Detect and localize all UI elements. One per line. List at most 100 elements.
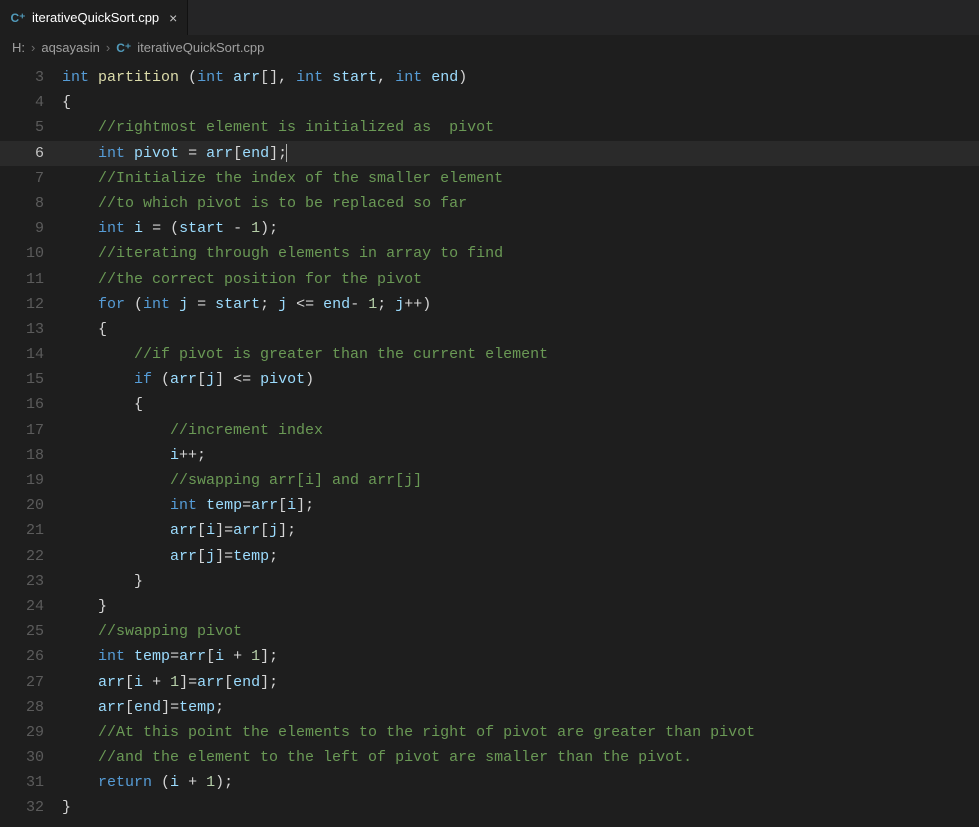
code-content[interactable]: int partition (int arr[], int start, int… bbox=[62, 65, 979, 90]
line-number: 4 bbox=[0, 90, 62, 115]
code-content[interactable]: //and the element to the left of pivot a… bbox=[62, 745, 979, 770]
line-number: 15 bbox=[0, 367, 62, 392]
code-content[interactable]: } bbox=[62, 569, 979, 594]
code-editor[interactable]: 3int partition (int arr[], int start, in… bbox=[0, 61, 979, 821]
code-line[interactable]: 12 for (int j = start; j <= end- 1; j++) bbox=[0, 292, 979, 317]
code-line[interactable]: 4{ bbox=[0, 90, 979, 115]
code-content[interactable]: //to which pivot is to be replaced so fa… bbox=[62, 191, 979, 216]
code-content[interactable]: //if pivot is greater than the current e… bbox=[62, 342, 979, 367]
code-line[interactable]: 19 //swapping arr[i] and arr[j] bbox=[0, 468, 979, 493]
line-number: 25 bbox=[0, 619, 62, 644]
code-content[interactable]: int temp=arr[i + 1]; bbox=[62, 644, 979, 669]
code-line[interactable]: 29 //At this point the elements to the r… bbox=[0, 720, 979, 745]
code-content[interactable]: //iterating through elements in array to… bbox=[62, 241, 979, 266]
text-cursor bbox=[286, 144, 287, 162]
line-number: 23 bbox=[0, 569, 62, 594]
line-number: 30 bbox=[0, 745, 62, 770]
tab-label: iterativeQuickSort.cpp bbox=[32, 10, 159, 25]
line-number: 22 bbox=[0, 544, 62, 569]
line-number: 27 bbox=[0, 670, 62, 695]
close-icon[interactable]: × bbox=[169, 10, 177, 26]
line-number: 18 bbox=[0, 443, 62, 468]
chevron-right-icon: › bbox=[106, 40, 110, 55]
line-number: 31 bbox=[0, 770, 62, 795]
line-number: 17 bbox=[0, 418, 62, 443]
code-content[interactable]: //At this point the elements to the righ… bbox=[62, 720, 979, 745]
line-number: 13 bbox=[0, 317, 62, 342]
code-content[interactable]: i++; bbox=[62, 443, 979, 468]
code-line[interactable]: 5 //rightmost element is initialized as … bbox=[0, 115, 979, 140]
code-line[interactable]: 16 { bbox=[0, 392, 979, 417]
tab-iterativequicksort[interactable]: C⁺ iterativeQuickSort.cpp × bbox=[0, 0, 188, 35]
code-content[interactable]: arr[i + 1]=arr[end]; bbox=[62, 670, 979, 695]
code-content[interactable]: } bbox=[62, 795, 979, 820]
code-line[interactable]: 9 int i = (start - 1); bbox=[0, 216, 979, 241]
code-content[interactable]: //rightmost element is initialized as pi… bbox=[62, 115, 979, 140]
line-number: 6 bbox=[0, 141, 62, 166]
code-content[interactable]: return (i + 1); bbox=[62, 770, 979, 795]
line-number: 12 bbox=[0, 292, 62, 317]
breadcrumb-part[interactable]: aqsayasin bbox=[41, 40, 100, 55]
line-number: 8 bbox=[0, 191, 62, 216]
code-line[interactable]: 11 //the correct position for the pivot bbox=[0, 267, 979, 292]
code-content[interactable]: { bbox=[62, 392, 979, 417]
code-line[interactable]: 32} bbox=[0, 795, 979, 820]
code-content[interactable]: int temp=arr[i]; bbox=[62, 493, 979, 518]
line-number: 20 bbox=[0, 493, 62, 518]
chevron-right-icon: › bbox=[31, 40, 35, 55]
code-line[interactable]: 15 if (arr[j] <= pivot) bbox=[0, 367, 979, 392]
code-line[interactable]: 18 i++; bbox=[0, 443, 979, 468]
code-line[interactable]: 17 //increment index bbox=[0, 418, 979, 443]
line-number: 16 bbox=[0, 392, 62, 417]
code-content[interactable]: //swapping pivot bbox=[62, 619, 979, 644]
cpp-file-icon: C⁺ bbox=[10, 10, 26, 26]
breadcrumb-part[interactable]: H: bbox=[12, 40, 25, 55]
code-line[interactable]: 10 //iterating through elements in array… bbox=[0, 241, 979, 266]
cpp-file-icon: C⁺ bbox=[116, 41, 131, 55]
code-content[interactable]: //swapping arr[i] and arr[j] bbox=[62, 468, 979, 493]
code-line[interactable]: 6 int pivot = arr[end]; bbox=[0, 141, 979, 166]
line-number: 21 bbox=[0, 518, 62, 543]
code-content[interactable]: if (arr[j] <= pivot) bbox=[62, 367, 979, 392]
code-line[interactable]: 24 } bbox=[0, 594, 979, 619]
code-line[interactable]: 26 int temp=arr[i + 1]; bbox=[0, 644, 979, 669]
code-content[interactable]: arr[i]=arr[j]; bbox=[62, 518, 979, 543]
code-content[interactable]: { bbox=[62, 317, 979, 342]
code-content[interactable]: int i = (start - 1); bbox=[62, 216, 979, 241]
line-number: 14 bbox=[0, 342, 62, 367]
code-line[interactable]: 28 arr[end]=temp; bbox=[0, 695, 979, 720]
code-line[interactable]: 20 int temp=arr[i]; bbox=[0, 493, 979, 518]
breadcrumb: H: › aqsayasin › C⁺ iterativeQuickSort.c… bbox=[0, 35, 979, 61]
line-number: 5 bbox=[0, 115, 62, 140]
code-content[interactable]: //Initialize the index of the smaller el… bbox=[62, 166, 979, 191]
code-line[interactable]: 21 arr[i]=arr[j]; bbox=[0, 518, 979, 543]
code-line[interactable]: 22 arr[j]=temp; bbox=[0, 544, 979, 569]
code-content[interactable]: arr[j]=temp; bbox=[62, 544, 979, 569]
code-line[interactable]: 13 { bbox=[0, 317, 979, 342]
breadcrumb-part[interactable]: iterativeQuickSort.cpp bbox=[137, 40, 264, 55]
code-content[interactable]: int pivot = arr[end]; bbox=[62, 141, 979, 166]
code-content[interactable]: } bbox=[62, 594, 979, 619]
line-number: 29 bbox=[0, 720, 62, 745]
code-line[interactable]: 31 return (i + 1); bbox=[0, 770, 979, 795]
code-content[interactable]: //increment index bbox=[62, 418, 979, 443]
code-line[interactable]: 23 } bbox=[0, 569, 979, 594]
code-line[interactable]: 25 //swapping pivot bbox=[0, 619, 979, 644]
code-content[interactable]: for (int j = start; j <= end- 1; j++) bbox=[62, 292, 979, 317]
code-line[interactable]: 30 //and the element to the left of pivo… bbox=[0, 745, 979, 770]
line-number: 11 bbox=[0, 267, 62, 292]
tab-bar: C⁺ iterativeQuickSort.cpp × bbox=[0, 0, 979, 35]
code-content[interactable]: arr[end]=temp; bbox=[62, 695, 979, 720]
line-number: 32 bbox=[0, 795, 62, 820]
line-number: 24 bbox=[0, 594, 62, 619]
code-content[interactable]: //the correct position for the pivot bbox=[62, 267, 979, 292]
code-content[interactable]: { bbox=[62, 90, 979, 115]
code-line[interactable]: 8 //to which pivot is to be replaced so … bbox=[0, 191, 979, 216]
code-line[interactable]: 7 //Initialize the index of the smaller … bbox=[0, 166, 979, 191]
code-line[interactable]: 27 arr[i + 1]=arr[end]; bbox=[0, 670, 979, 695]
line-number: 9 bbox=[0, 216, 62, 241]
line-number: 3 bbox=[0, 65, 62, 90]
code-line[interactable]: 14 //if pivot is greater than the curren… bbox=[0, 342, 979, 367]
code-line[interactable]: 3int partition (int arr[], int start, in… bbox=[0, 65, 979, 90]
line-number: 7 bbox=[0, 166, 62, 191]
